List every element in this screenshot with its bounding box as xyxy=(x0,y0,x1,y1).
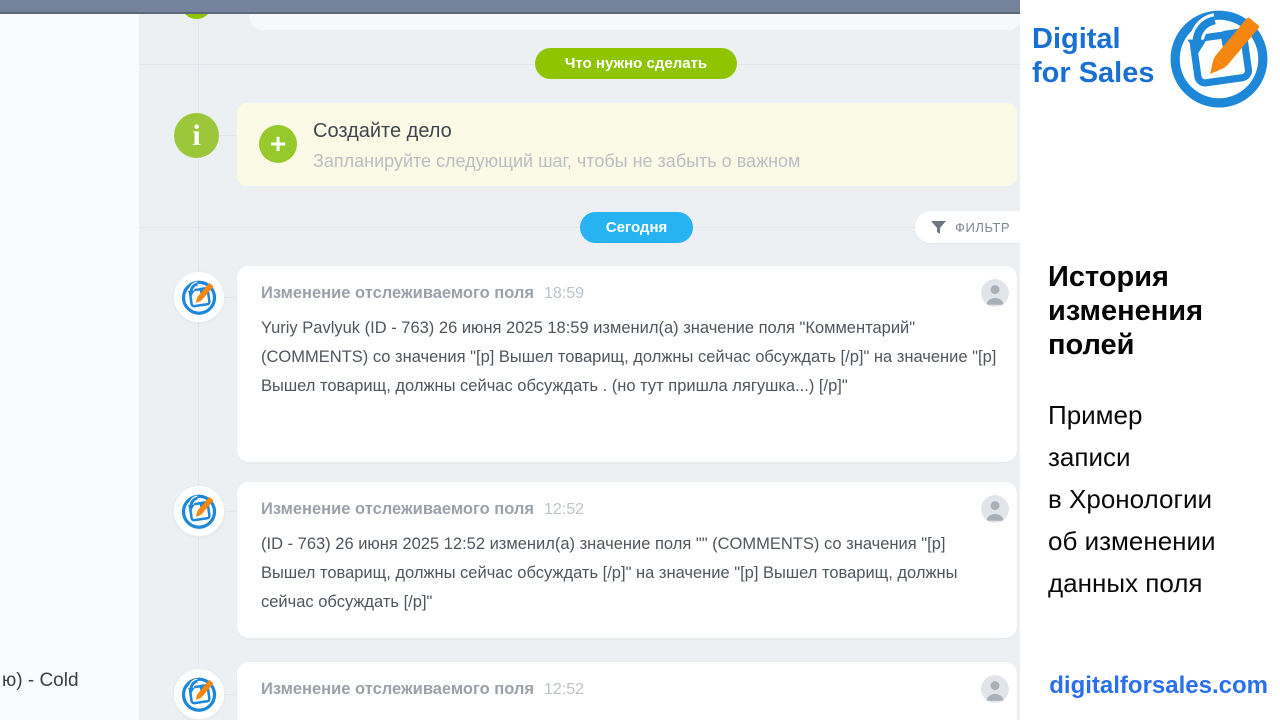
branding-panel: Digital for Sales История изменения поле… xyxy=(1020,0,1280,720)
description-line: в Хронологии xyxy=(1048,478,1216,520)
screenshot-root: ю) - Cold Что нужно сделать i + Создайте… xyxy=(0,0,1280,720)
slide-heading: История изменения полей xyxy=(1048,260,1203,362)
window-top-bar xyxy=(0,0,1020,14)
website-link[interactable]: digitalforsales.com xyxy=(1049,672,1268,700)
create-activity-title: Создайте дело xyxy=(313,120,452,143)
description-line: записи xyxy=(1048,436,1216,478)
create-activity-subtitle: Запланируйте следующий шаг, чтобы не заб… xyxy=(313,151,800,172)
entry-time: 12:52 xyxy=(544,681,584,698)
entry-logo-icon xyxy=(173,485,225,537)
description-line: Пример xyxy=(1048,394,1216,436)
today-badge: Сегодня xyxy=(580,212,693,243)
avatar xyxy=(981,279,1009,307)
slide-description: Пример записи в Хронологии об изменении … xyxy=(1048,394,1216,604)
create-activity-card[interactable]: + Создайте дело Запланируйте следующий ш… xyxy=(237,103,1017,186)
crm-timeline-area: ю) - Cold Что нужно сделать i + Создайте… xyxy=(0,0,1020,720)
timeline-entry-card: Изменение отслеживаемого поля 18:59 Yuriy… xyxy=(237,266,1017,462)
heading-line: полей xyxy=(1048,328,1203,362)
entry-body: (ID - 763) 26 июня 2025 12:52 изменил(а)… xyxy=(261,530,1001,617)
plus-icon[interactable]: + xyxy=(259,125,297,163)
brand-name: Digital for Sales xyxy=(1032,22,1155,90)
connector-line xyxy=(219,135,237,136)
timeline-entry-card: Изменение отслеживаемого поля 12:52 (ID -… xyxy=(237,482,1017,638)
entry-time: 12:52 xyxy=(544,501,584,518)
description-line: данных поля xyxy=(1048,562,1216,604)
heading-line: История xyxy=(1048,260,1203,294)
user-avatar-icon xyxy=(981,675,1009,703)
entry-title: Изменение отслеживаемого поля xyxy=(261,284,534,302)
brand-line2: for Sales xyxy=(1032,56,1155,90)
entry-time: 18:59 xyxy=(544,285,584,302)
timeline-entry-card: Изменение отслеживаемого поля 12:52 xyxy=(237,662,1017,720)
avatar xyxy=(981,675,1009,703)
deal-sidebar: ю) - Cold xyxy=(0,14,140,720)
user-avatar-icon xyxy=(981,495,1009,523)
info-icon: i xyxy=(174,113,219,158)
filter-label: ФИЛЬТР xyxy=(955,220,1010,235)
user-avatar-icon xyxy=(981,279,1009,307)
entry-title: Изменение отслеживаемого поля xyxy=(261,680,534,698)
description-line: об изменении xyxy=(1048,520,1216,562)
dfs-app-icon xyxy=(181,676,217,712)
funnel-icon xyxy=(931,221,946,234)
previous-card-edge xyxy=(250,14,1020,30)
entry-body: Yuriy Pavlyuk (ID - 763) 26 июня 2025 18… xyxy=(261,314,1001,401)
entry-title: Изменение отслеживаемого поля xyxy=(261,500,534,518)
dfs-brand-logo-icon xyxy=(1168,6,1270,108)
info-glyph: i xyxy=(192,119,200,153)
heading-line: изменения xyxy=(1048,294,1203,328)
entry-logo-icon xyxy=(173,271,225,323)
deal-name-partial: ю) - Cold xyxy=(2,670,79,692)
avatar xyxy=(981,495,1009,523)
entry-logo-icon xyxy=(173,668,225,720)
todo-section-badge: Что нужно сделать xyxy=(535,48,737,79)
dfs-app-icon xyxy=(181,493,217,529)
brand-line1: Digital xyxy=(1032,22,1155,56)
dfs-app-icon xyxy=(181,279,217,315)
